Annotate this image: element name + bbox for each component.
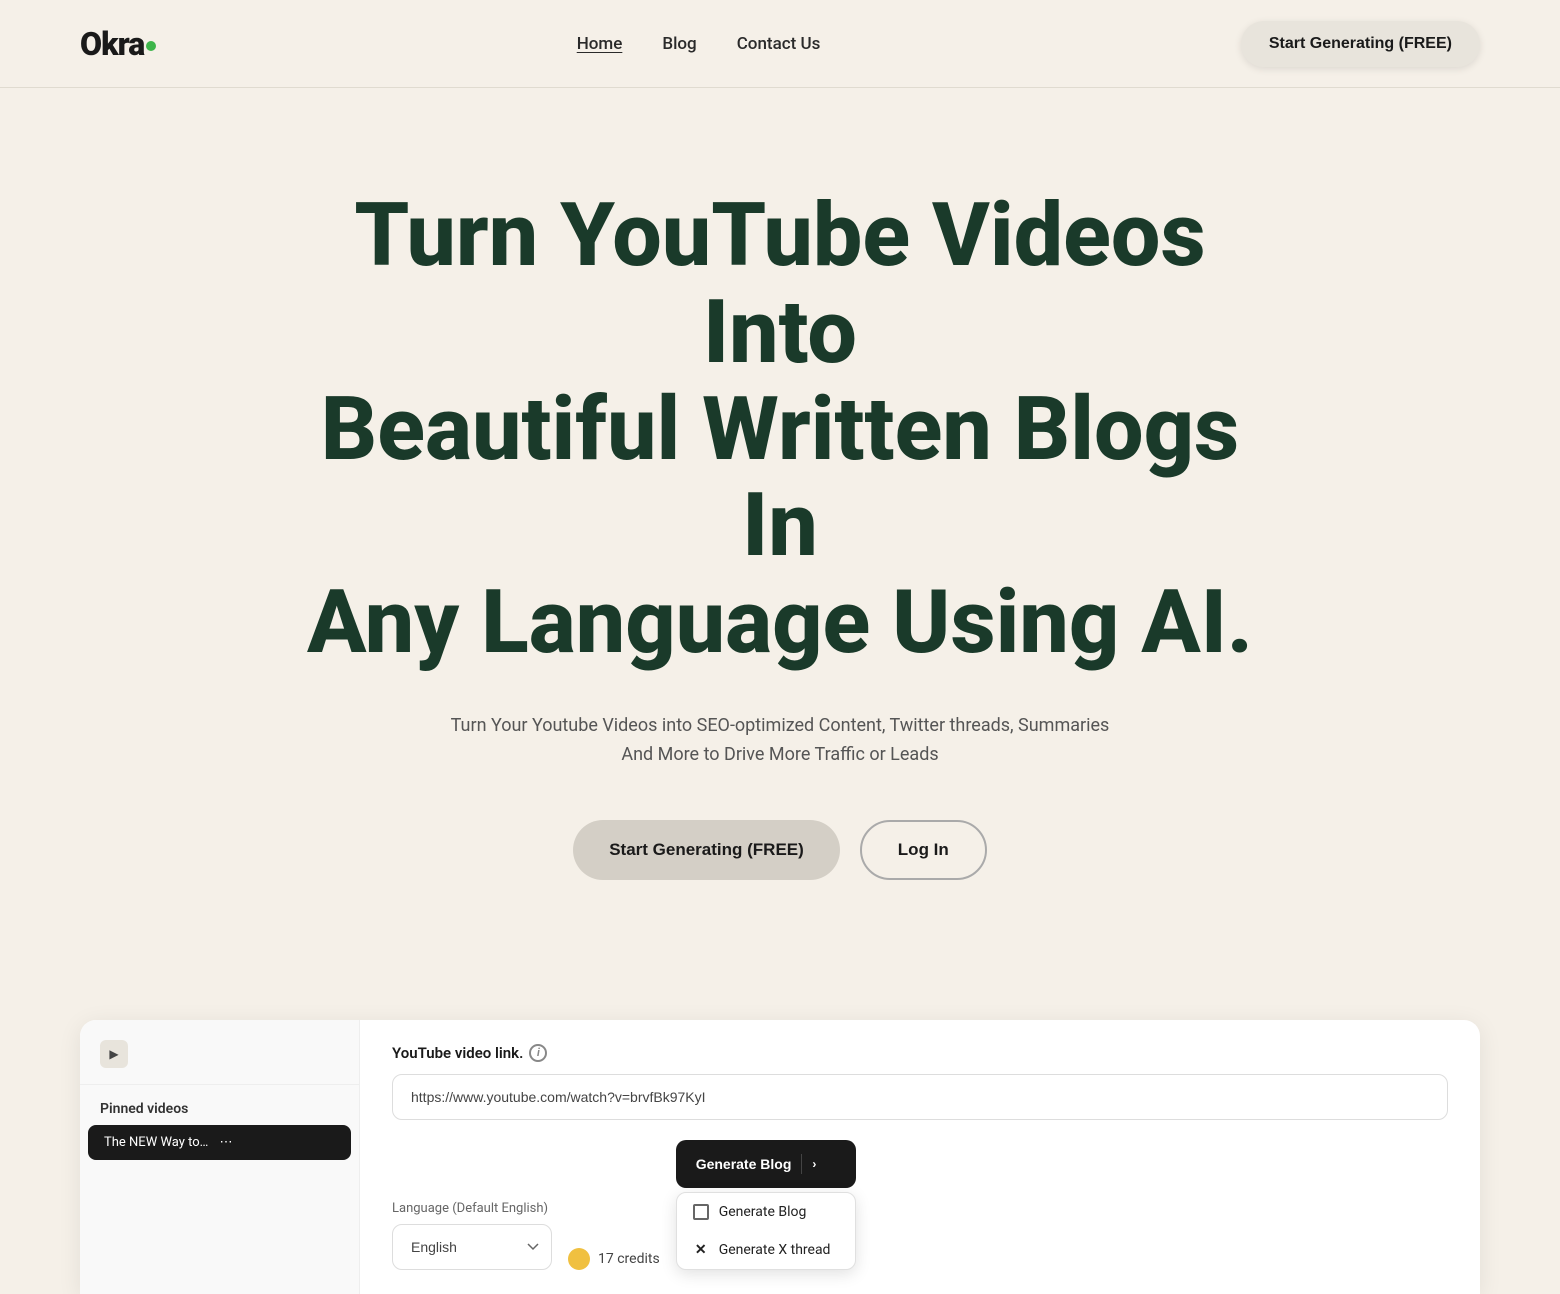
credits-count: 17 credits bbox=[598, 1251, 660, 1267]
nav-item-home[interactable]: Home bbox=[577, 34, 623, 54]
language-select[interactable]: English bbox=[392, 1224, 552, 1270]
dropdown-item-xthread[interactable]: ✕ Generate X thread bbox=[677, 1231, 855, 1269]
hero-buttons: Start Generating (FREE) Log In bbox=[200, 820, 1360, 880]
nav-item-contact[interactable]: Contact Us bbox=[737, 34, 821, 54]
nav-link-home[interactable]: Home bbox=[577, 34, 623, 54]
hero-section: Turn YouTube Videos Into Beautiful Writt… bbox=[0, 88, 1560, 1020]
play-icon: ▶ bbox=[100, 1040, 128, 1068]
nav-cta-button[interactable]: Start Generating (FREE) bbox=[1241, 21, 1480, 67]
demo-sidebar: ▶ Pinned videos The NEW Way to Do SEO i.… bbox=[80, 1020, 360, 1294]
x-icon: ✕ bbox=[693, 1242, 709, 1258]
url-input[interactable] bbox=[392, 1074, 1448, 1120]
button-divider bbox=[801, 1154, 802, 1174]
hero-heading: Turn YouTube Videos Into Beautiful Writt… bbox=[280, 188, 1280, 672]
demo-widget: ▶ Pinned videos The NEW Way to Do SEO i.… bbox=[80, 1020, 1480, 1294]
credits-display: 17 credits bbox=[568, 1248, 660, 1270]
hero-cta-secondary[interactable]: Log In bbox=[860, 820, 987, 880]
doc-icon bbox=[693, 1204, 709, 1220]
demo-video-item[interactable]: The NEW Way to Do SEO i... ⋯ bbox=[88, 1125, 351, 1160]
lang-row: Language (Default English) English 17 cr… bbox=[392, 1140, 1448, 1270]
nav-link-contact[interactable]: Contact Us bbox=[737, 34, 821, 54]
info-icon: i bbox=[529, 1044, 547, 1062]
hero-cta-primary[interactable]: Start Generating (FREE) bbox=[573, 820, 840, 880]
demo-sidebar-header: ▶ bbox=[80, 1020, 359, 1085]
lang-label: Language (Default English) bbox=[392, 1201, 552, 1216]
logo[interactable]: Okra bbox=[80, 25, 156, 63]
demo-main: YouTube video link. i Language (Default … bbox=[360, 1020, 1480, 1294]
video-menu-icon[interactable]: ⋯ bbox=[220, 1135, 328, 1150]
demo-pinned-label: Pinned videos bbox=[80, 1085, 359, 1125]
generate-dropdown-card: Generate Blog › Generate Blog ✕ Generate… bbox=[676, 1140, 856, 1270]
hero-subtitle: Turn Your Youtube Videos into SEO-optimi… bbox=[200, 712, 1360, 770]
generate-dropdown-menu: Generate Blog ✕ Generate X thread bbox=[676, 1192, 856, 1270]
dropdown-item-blog[interactable]: Generate Blog bbox=[677, 1193, 855, 1231]
lang-wrapper: Language (Default English) English bbox=[392, 1201, 552, 1270]
logo-text: Okra bbox=[80, 25, 156, 63]
url-row bbox=[392, 1074, 1448, 1120]
nav-links: Home Blog Contact Us bbox=[577, 34, 821, 54]
credits-coin-icon bbox=[568, 1248, 590, 1270]
nav-item-blog[interactable]: Blog bbox=[662, 34, 696, 54]
chevron-down-icon: › bbox=[812, 1157, 816, 1171]
generate-blog-button[interactable]: Generate Blog › bbox=[676, 1140, 856, 1188]
navbar: Okra Home Blog Contact Us Start Generati… bbox=[0, 0, 1560, 88]
logo-dot bbox=[146, 41, 156, 51]
demo-field-label: YouTube video link. i bbox=[392, 1044, 1448, 1062]
nav-link-blog[interactable]: Blog bbox=[662, 34, 696, 54]
